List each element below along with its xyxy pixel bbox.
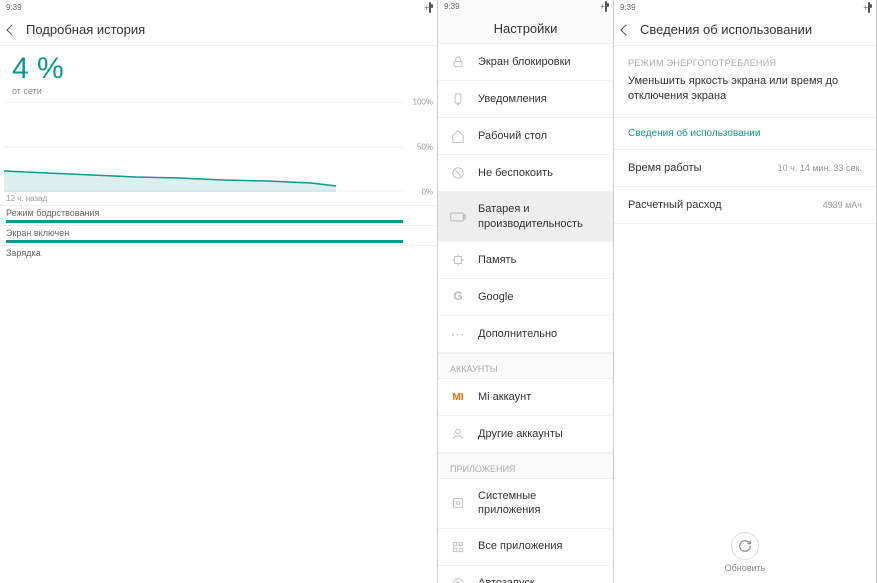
settings-item[interactable]: Системные приложения: [438, 479, 613, 529]
usage-row-label: Расчетный расход: [628, 199, 722, 211]
power-tip[interactable]: Уменьшить яркость экрана или время до от…: [614, 74, 876, 118]
back-icon[interactable]: [6, 24, 17, 35]
settings-item-label: Не беспокоить: [478, 166, 553, 180]
ytick-0: 0%: [421, 188, 433, 197]
more-icon: ⋯: [450, 326, 466, 342]
settings-item[interactable]: MI Mi аккаунт: [438, 379, 613, 416]
settings-section-header: ПРИЛОЖЕНИЯ: [438, 453, 613, 479]
usage-link[interactable]: Сведения об использовании: [614, 118, 876, 150]
memory-icon: [450, 252, 466, 268]
history-title: Подробная история: [26, 22, 145, 37]
bar-fill: [6, 220, 403, 223]
google-icon: G: [450, 289, 466, 305]
lock-icon: [450, 54, 466, 70]
usage-row-label: Время работы: [628, 162, 702, 174]
power-mode-header: РЕЖИМ ЭНЕРГОПОТРЕБЛЕНИЯ: [614, 46, 876, 74]
status-bar: 9:39 +: [0, 0, 437, 14]
usage-row-value: 4939 мАч: [823, 200, 862, 210]
usage-bar-row: Режим бодрствования: [0, 205, 437, 225]
usage-row-value: 10 ч. 14 мин. 33 сек.: [778, 163, 862, 173]
settings-item[interactable]: Уведомления: [438, 81, 613, 118]
bar-label: Режим бодрствования: [6, 208, 403, 218]
usage-bar-row: Зарядка: [0, 245, 437, 265]
settings-item-label: Все приложения: [478, 539, 562, 553]
settings-item-label: Дополнительно: [478, 327, 557, 341]
settings-item[interactable]: Все приложения: [438, 529, 613, 566]
mi-icon: MI: [450, 389, 466, 405]
battery-icon: [450, 209, 466, 225]
usage-row[interactable]: Время работы 10 ч. 14 мин. 33 сек.: [614, 150, 876, 187]
sysapp-icon: [450, 495, 466, 511]
settings-item-label: Рабочий стол: [478, 129, 547, 143]
status-bar: 9:39 +: [438, 0, 613, 14]
refresh-label: Обновить: [614, 563, 876, 573]
back-icon[interactable]: [620, 24, 631, 35]
apps-icon: [450, 539, 466, 555]
settings-titlebar: Настройки: [438, 14, 613, 45]
history-panel: 9:39 + Подробная история 4 % от сети 100…: [0, 0, 438, 583]
status-time: 9:39: [6, 3, 22, 12]
bar-label: Зарядка: [6, 248, 403, 258]
status-time: 9:39: [444, 2, 460, 11]
usage-bar-row: Экран включен: [0, 225, 437, 245]
settings-item[interactable]: Рабочий стол: [438, 118, 613, 155]
settings-item[interactable]: Экран блокировки: [438, 44, 613, 81]
settings-item-label: Системные приложения: [478, 489, 601, 518]
person-icon: [450, 426, 466, 442]
usage-title: Сведения об использовании: [640, 22, 812, 37]
settings-item[interactable]: G Google: [438, 279, 613, 316]
settings-item-label: Google: [478, 290, 513, 304]
status-time: 9:39: [620, 3, 636, 12]
history-titlebar: Подробная история: [0, 14, 437, 46]
refresh-button[interactable]: Обновить: [614, 532, 876, 573]
settings-item-label: Память: [478, 253, 516, 267]
dnd-icon: [450, 165, 466, 181]
battery-chart: 100% 50% 0%: [4, 102, 403, 192]
battery-status-icon: +: [424, 3, 431, 12]
battery-source: от сети: [0, 86, 437, 102]
settings-item-label: Экран блокировки: [478, 55, 571, 69]
battery-status-icon: +: [863, 3, 870, 12]
refresh-icon: [738, 539, 752, 553]
usage-titlebar: Сведения об использовании: [614, 14, 876, 46]
settings-item-label: Уведомления: [478, 92, 547, 106]
settings-item[interactable]: Память: [438, 242, 613, 279]
ytick-50: 50%: [417, 143, 433, 152]
settings-title: Настройки: [494, 21, 558, 36]
home-icon: [450, 128, 466, 144]
settings-item-label: Батарея и производительность: [478, 202, 601, 231]
bar-fill: [6, 240, 403, 243]
status-bar: 9:39 +: [614, 0, 876, 14]
battery-status-icon: +: [600, 2, 607, 11]
usage-panel: 9:39 + Сведения об использовании РЕЖИМ Э…: [614, 0, 877, 583]
battery-percent: 4 %: [0, 46, 437, 86]
usage-row[interactable]: Расчетный расход 4939 мАч: [614, 187, 876, 224]
settings-item[interactable]: Не беспокоить: [438, 155, 613, 192]
settings-panel: 9:39 + Настройки Экран блокировки Уведом…: [438, 0, 614, 583]
settings-item[interactable]: Батарея и производительность: [438, 192, 613, 242]
settings-item-label: Mi аккаунт: [478, 390, 531, 404]
ytick-100: 100%: [413, 98, 433, 107]
settings-item[interactable]: Другие аккаунты: [438, 416, 613, 453]
bell-icon: [450, 91, 466, 107]
settings-item[interactable]: ⋯ Дополнительно: [438, 316, 613, 353]
settings-item-label: Автозапуск: [478, 576, 535, 583]
xtick-start: 12 ч. назад: [0, 192, 437, 205]
auto-icon: [450, 576, 466, 583]
bar-label: Экран включен: [6, 228, 403, 238]
settings-section-header: АККАУНТЫ: [438, 353, 613, 379]
settings-item[interactable]: Автозапуск: [438, 566, 613, 583]
settings-item-label: Другие аккаунты: [478, 427, 563, 441]
